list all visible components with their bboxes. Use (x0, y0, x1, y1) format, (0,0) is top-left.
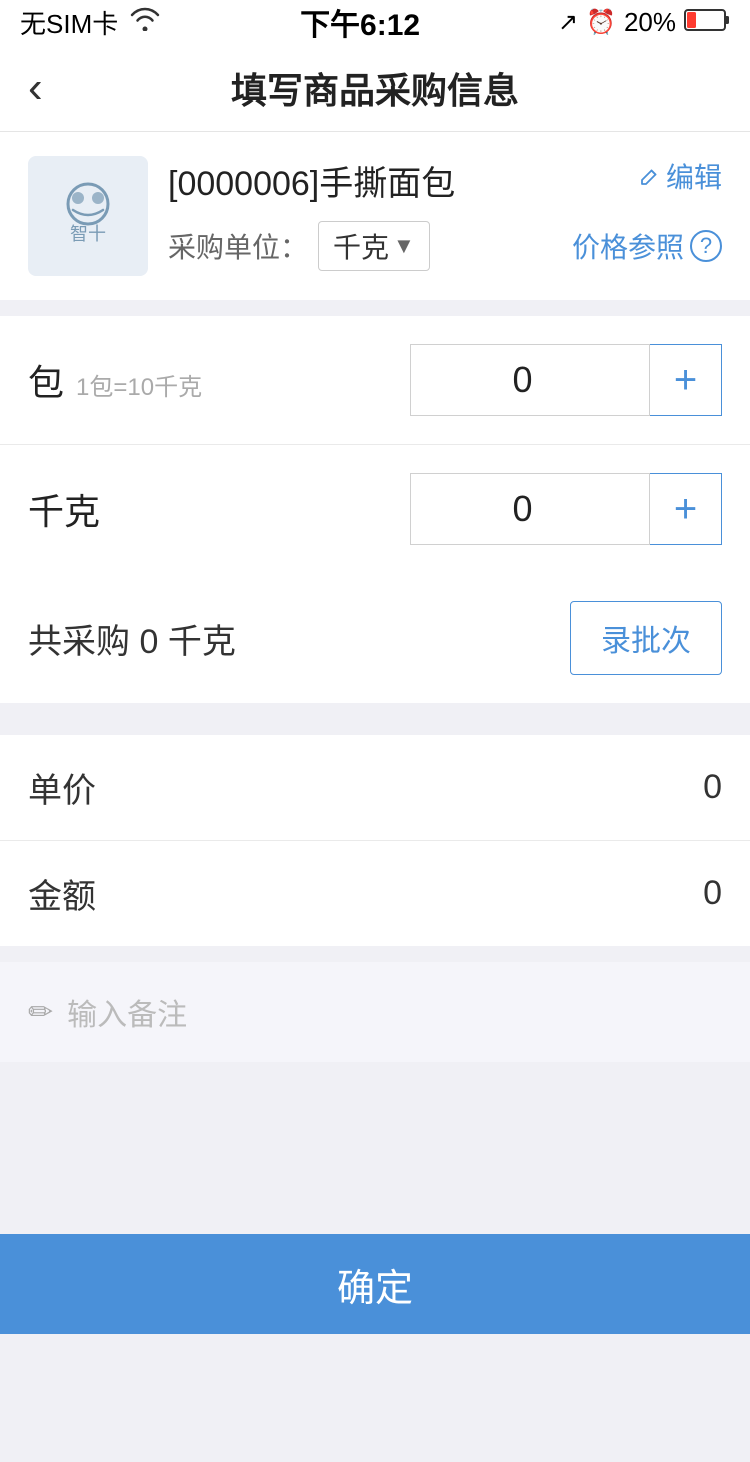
back-button[interactable]: ‹ (28, 66, 43, 110)
bao-input-control: + (410, 344, 722, 416)
confirm-label: 确定 (337, 1257, 413, 1312)
location-icon: ↗ (558, 8, 578, 37)
svg-text:智十: 智十 (70, 224, 106, 244)
total-label: 共采购 (28, 623, 130, 661)
alarm-icon: ⏰ (586, 8, 616, 37)
kg-label-text: 千克 (28, 483, 100, 535)
kg-input-row: 千克 + (0, 445, 750, 573)
unit-label: 采购单位： (168, 226, 308, 266)
total-row: 共采购 0 千克 录批次 (0, 573, 750, 703)
status-left: 无SIM卡 (20, 4, 162, 41)
remarks-placeholder: 输入备注 (67, 990, 187, 1034)
unit-price-value: 0 (703, 768, 722, 807)
confirm-bar[interactable]: 确定 (0, 1234, 750, 1334)
status-right: ↗ ⏰ 20% (558, 7, 730, 38)
price-ref-label: 价格参照 (572, 226, 684, 266)
kg-plus-button[interactable]: + (650, 473, 722, 545)
bao-quantity-input[interactable] (410, 344, 650, 416)
battery-percent: 20% (624, 7, 676, 38)
bao-sublabel: 1包=10千克 (76, 367, 202, 402)
unit-price-label: 单价 (28, 763, 96, 812)
edit-button[interactable]: 编辑 (638, 156, 722, 196)
input-section: 包 1包=10千克 + 千克 + (0, 316, 750, 573)
divider-1 (0, 300, 750, 316)
product-name-row: [0000006]手撕面包 编辑 (168, 156, 722, 205)
batch-record-button[interactable]: 录批次 (570, 601, 722, 675)
battery-icon (684, 7, 730, 38)
remarks-section[interactable]: ✏ 输入备注 (0, 962, 750, 1062)
pencil-icon: ✏ (28, 995, 53, 1030)
amount-row: 金额 0 (0, 841, 750, 946)
price-ref-question-icon: ? (690, 230, 722, 262)
status-bar: 无SIM卡 下午6:12 ↗ ⏰ 20% (0, 0, 750, 44)
bao-label-text: 包 (28, 354, 64, 406)
status-time: 下午6:12 (300, 0, 420, 44)
amount-label: 金额 (28, 869, 96, 918)
dropdown-arrow-icon: ▼ (393, 233, 415, 259)
product-unit-row: 采购单位： 千克 ▼ 价格参照 ? (168, 221, 722, 271)
bao-plus-button[interactable]: + (650, 344, 722, 416)
wifi-icon (128, 7, 162, 38)
total-unit: 千克 (168, 623, 236, 661)
bao-input-row: 包 1包=10千克 + (0, 316, 750, 445)
unit-select-dropdown[interactable]: 千克 ▼ (318, 221, 430, 271)
kg-input-control: + (410, 473, 722, 545)
price-section: 单价 0 金额 0 (0, 735, 750, 946)
kg-quantity-input[interactable] (410, 473, 650, 545)
divider-2 (0, 703, 750, 719)
unit-price-row: 单价 0 (0, 735, 750, 841)
product-card: 智十 [0000006]手撕面包 编辑 采购单位： 千 (0, 132, 750, 300)
kg-label: 千克 (28, 483, 100, 535)
product-logo: 智十 (48, 172, 128, 260)
carrier-text: 无SIM卡 (20, 4, 118, 41)
product-full-name: [0000006]手撕面包 (168, 156, 455, 205)
nav-bar: ‹ 填写商品采购信息 (0, 44, 750, 132)
amount-value: 0 (703, 874, 722, 913)
product-image: 智十 (28, 156, 148, 276)
total-text: 共采购 0 千克 (28, 614, 236, 663)
price-reference-button[interactable]: 价格参照 ? (572, 226, 722, 266)
unit-selector-group: 采购单位： 千克 ▼ (168, 221, 430, 271)
total-amount: 0 (139, 623, 158, 661)
product-info: [0000006]手撕面包 编辑 采购单位： 千克 ▼ (168, 156, 722, 271)
bao-label: 包 1包=10千克 (28, 354, 202, 406)
unit-select-value: 千克 (333, 226, 389, 266)
page-title: 填写商品采购信息 (231, 62, 519, 114)
